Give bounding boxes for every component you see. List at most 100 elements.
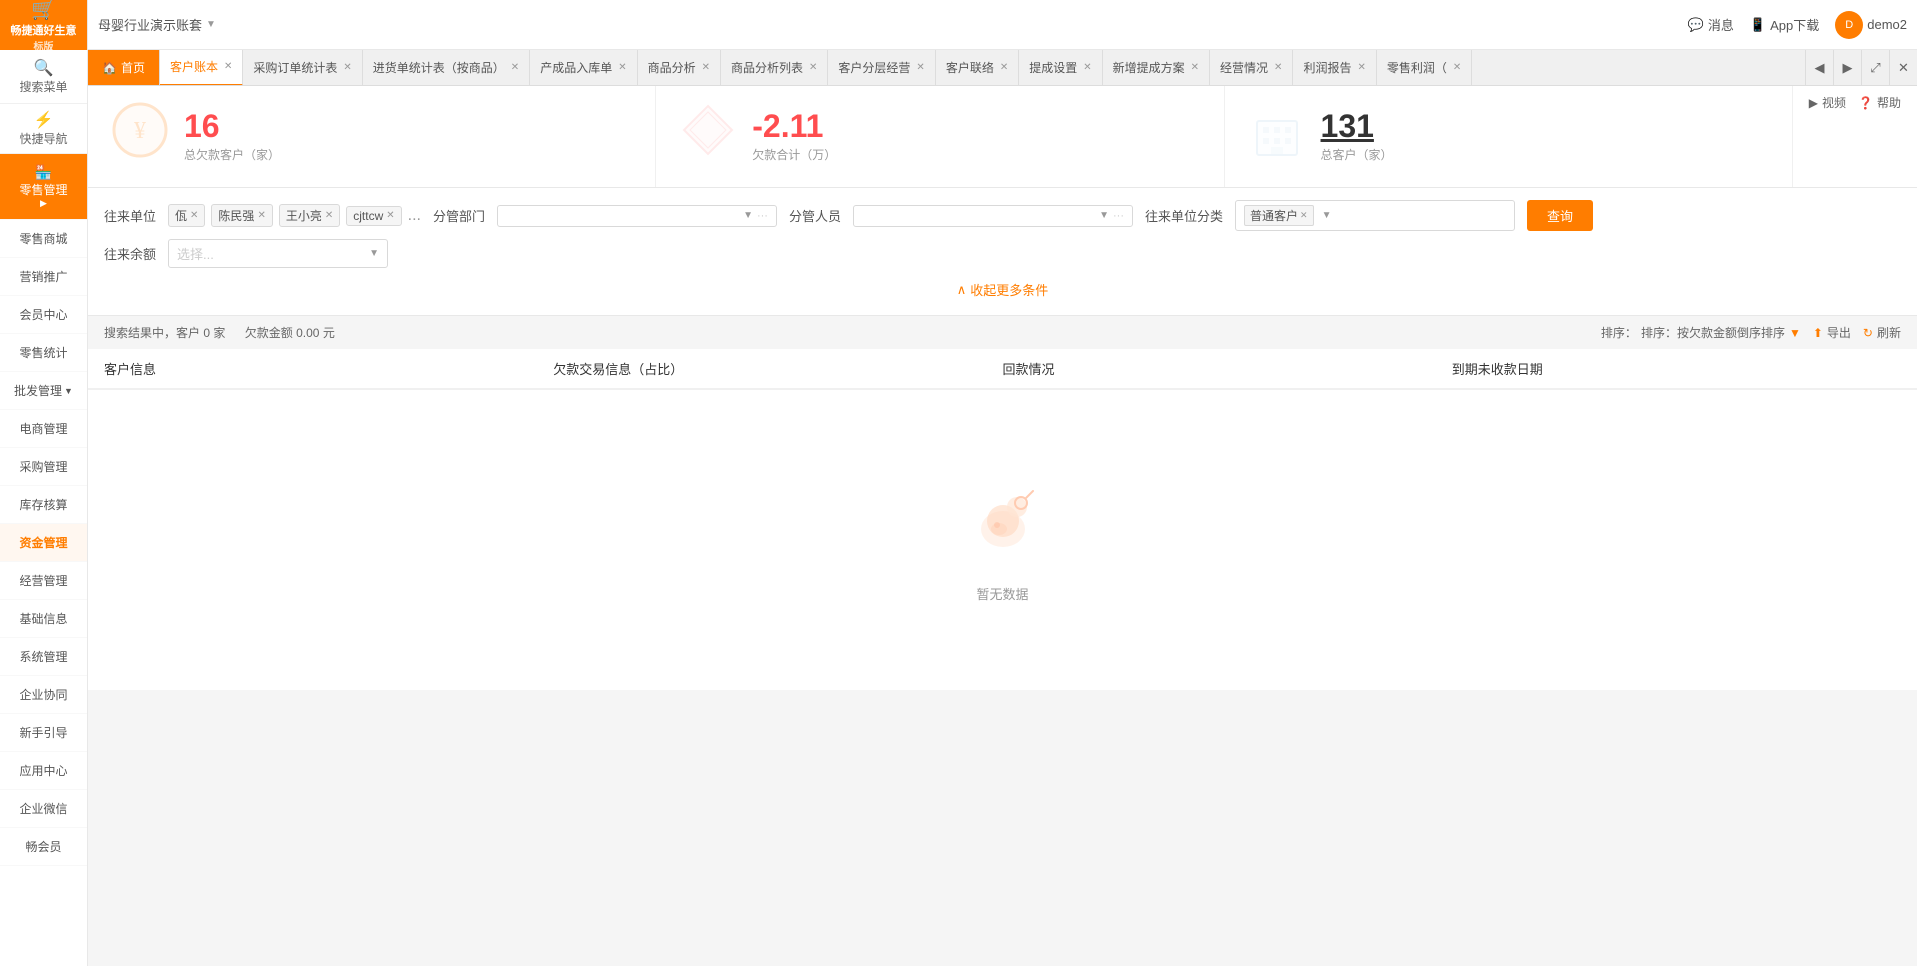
tab-tip-settings[interactable]: 提成设置 ✕: [1019, 50, 1102, 86]
tab-profit-report[interactable]: 利润报告 ✕: [1293, 50, 1376, 86]
sidebar-item-system[interactable]: 系统管理: [0, 638, 87, 676]
sidebar-item-basic-info[interactable]: 基础信息: [0, 600, 87, 638]
tab-close-all-button[interactable]: ✕: [1889, 50, 1917, 86]
user-menu[interactable]: D demo2: [1835, 11, 1907, 39]
sidebar-item-inventory[interactable]: 库存核算: [0, 486, 87, 524]
sidebar-item-label-app: 应用中心: [6, 762, 81, 779]
query-button[interactable]: 查询: [1527, 200, 1593, 231]
sidebar-item-search[interactable]: 🔍 搜索菜单: [0, 50, 87, 104]
company-tag-3: 王小亮 ✕: [279, 204, 340, 227]
yen-circle-icon: ¥: [112, 102, 168, 171]
sidebar-item-label-guide: 新手引导: [6, 724, 81, 741]
tab-profit-report-label: 利润报告: [1303, 59, 1351, 76]
table-col-repayment: 回款情况: [1003, 359, 1452, 378]
tag-close-icon[interactable]: ✕: [386, 210, 394, 221]
sidebar-item-label-vip: 畅会员: [6, 838, 81, 855]
balance-select[interactable]: 选择... ▼: [168, 239, 388, 268]
sidebar-item-marketing[interactable]: 营销推广: [0, 258, 87, 296]
tab-purchase-stats[interactable]: 进货单统计表（按商品） ✕: [363, 50, 530, 86]
tab-new-tip-plan[interactable]: 新增提成方案 ✕: [1103, 50, 1210, 86]
tab-production-instock[interactable]: 产成品入库单 ✕: [530, 50, 637, 86]
sidebar-item-app-center[interactable]: 应用中心: [0, 752, 87, 790]
export-button[interactable]: ⬆ 导出: [1813, 324, 1851, 341]
tag-label: 佤: [175, 207, 187, 224]
sidebar-item-ecommerce[interactable]: 电商管理: [0, 410, 87, 448]
tab-close-icon[interactable]: ✕: [1000, 62, 1008, 73]
tab-close-icon[interactable]: ✕: [1357, 62, 1365, 73]
sidebar-item-retail-stats[interactable]: 零售统计: [0, 334, 87, 372]
tab-customer-contact[interactable]: 客户联络 ✕: [936, 50, 1019, 86]
tab-close-icon[interactable]: ✕: [618, 62, 626, 73]
tab-next-button[interactable]: ▶: [1833, 50, 1861, 86]
tab-product-analysis-list[interactable]: 商品分析列表 ✕: [721, 50, 828, 86]
tab-expand-button[interactable]: ⤢: [1861, 50, 1889, 86]
sidebar-item-enterprise-wechat[interactable]: 企业微信: [0, 790, 87, 828]
logo-icon: 🛒: [31, 0, 56, 22]
tab-customer-ledger-label: 客户账本: [170, 58, 218, 75]
help-button[interactable]: ❓ 帮助: [1858, 94, 1901, 111]
tag-close-icon[interactable]: ✕: [325, 210, 333, 221]
sidebar-item-quick-nav[interactable]: ⚡ 快捷导航: [0, 104, 87, 154]
tag-close-icon[interactable]: ✕: [257, 210, 265, 221]
category-select[interactable]: 普通客户 ✕ ▼: [1235, 200, 1515, 231]
sidebar-item-label-purchase: 采购管理: [6, 458, 81, 475]
sidebar-item-business[interactable]: 经营管理: [0, 562, 87, 600]
company-filter-tags: 佤 ✕ 陈民强 ✕ 王小亮 ✕ cjttcw ✕ ...: [168, 204, 421, 227]
tab-close-icon[interactable]: ✕: [916, 62, 924, 73]
tab-customer-tier[interactable]: 客户分层经营 ✕: [828, 50, 935, 86]
department-select[interactable]: ▼ ···: [497, 205, 777, 227]
sidebar-item-label-capital: 资金管理: [6, 534, 81, 551]
tab-business-status[interactable]: 经营情况 ✕: [1210, 50, 1293, 86]
sidebar-item-purchase[interactable]: 采购管理: [0, 448, 87, 486]
app-download-button[interactable]: 📱 App下载: [1750, 15, 1819, 34]
question-icon: ❓: [1858, 96, 1873, 110]
app-logo: 🛒 畅捷通好生意 标版: [0, 0, 87, 50]
video-help-button[interactable]: ▶ 视频: [1809, 94, 1846, 111]
tab-retail-profit[interactable]: 零售利润（ ✕: [1377, 50, 1472, 86]
message-button[interactable]: 💬 消息: [1688, 15, 1734, 34]
tab-close-icon[interactable]: ✕: [809, 62, 817, 73]
tag-close-icon[interactable]: ✕: [1300, 210, 1308, 221]
tab-close-icon[interactable]: ✕: [511, 62, 519, 73]
tab-close-icon[interactable]: ✕: [1083, 62, 1091, 73]
message-icon: 💬: [1688, 17, 1704, 33]
manager-select[interactable]: ▼ ···: [853, 205, 1133, 227]
tab-product-analysis-label: 商品分析: [648, 59, 696, 76]
tab-close-icon[interactable]: ✕: [343, 62, 351, 73]
sidebar-item-wholesale[interactable]: 批发管理 ▼: [0, 372, 87, 410]
table-col-due-date: 到期未收款日期: [1452, 359, 1901, 378]
sort-prefix: 排序：: [1601, 324, 1637, 341]
tab-close-icon[interactable]: ✕: [1274, 62, 1282, 73]
sidebar-item-retail-shop[interactable]: 零售商城: [0, 220, 87, 258]
sidebar-item-enterprise-coop[interactable]: 企业协同: [0, 676, 87, 714]
tab-purchase-order[interactable]: 采购订单统计表 ✕: [243, 50, 362, 86]
sidebar-item-new-guide[interactable]: 新手引导: [0, 714, 87, 752]
more-tags-button[interactable]: ...: [408, 207, 421, 225]
tab-close-icon[interactable]: ✕: [1453, 62, 1461, 73]
tab-customer-ledger[interactable]: 客户账本 ✕: [160, 50, 243, 86]
export-label: 导出: [1827, 324, 1851, 341]
collapse-button[interactable]: ∧ 收起更多条件: [945, 276, 1061, 303]
tab-prev-button[interactable]: ◀: [1805, 50, 1833, 86]
tab-close-icon[interactable]: ✕: [702, 62, 710, 73]
tab-purchase-order-label: 采购订单统计表: [253, 59, 337, 76]
refresh-button[interactable]: ↻ 刷新: [1863, 324, 1901, 341]
sidebar-item-capital[interactable]: 资金管理: [0, 524, 87, 562]
sidebar-item-vip-member[interactable]: 畅会员: [0, 828, 87, 866]
tab-close-icon[interactable]: ✕: [1191, 62, 1199, 73]
version-selector[interactable]: 母婴行业演示账套 ▼: [98, 15, 216, 34]
tag-close-icon[interactable]: ✕: [190, 210, 198, 221]
sidebar: 🛒 畅捷通好生意 标版 🔍 搜索菜单 ⚡ 快捷导航 🏪 零售管理 ▶ 零售商城 …: [0, 0, 88, 966]
tab-home[interactable]: 🏠 首页: [88, 50, 160, 86]
tab-production-instock-label: 产成品入库单: [540, 59, 612, 76]
sidebar-item-label-system: 系统管理: [6, 648, 81, 665]
sidebar-item-label-wholesale: 批发管理: [14, 382, 62, 399]
sidebar-item-retail-mgmt[interactable]: 🏪 零售管理 ▶: [0, 154, 87, 220]
sidebar-item-member[interactable]: 会员中心: [0, 296, 87, 334]
chevron-down-icon: ▼: [206, 19, 216, 30]
tab-product-analysis[interactable]: 商品分析 ✕: [638, 50, 721, 86]
sort-select[interactable]: 排序： 排序：按欠款金额倒序排序 ▼: [1601, 324, 1801, 341]
tab-close-icon[interactable]: ✕: [224, 61, 232, 72]
sidebar-item-label-retail: 零售管理: [6, 181, 81, 198]
chevron-down-icon: ▼: [1322, 210, 1332, 221]
